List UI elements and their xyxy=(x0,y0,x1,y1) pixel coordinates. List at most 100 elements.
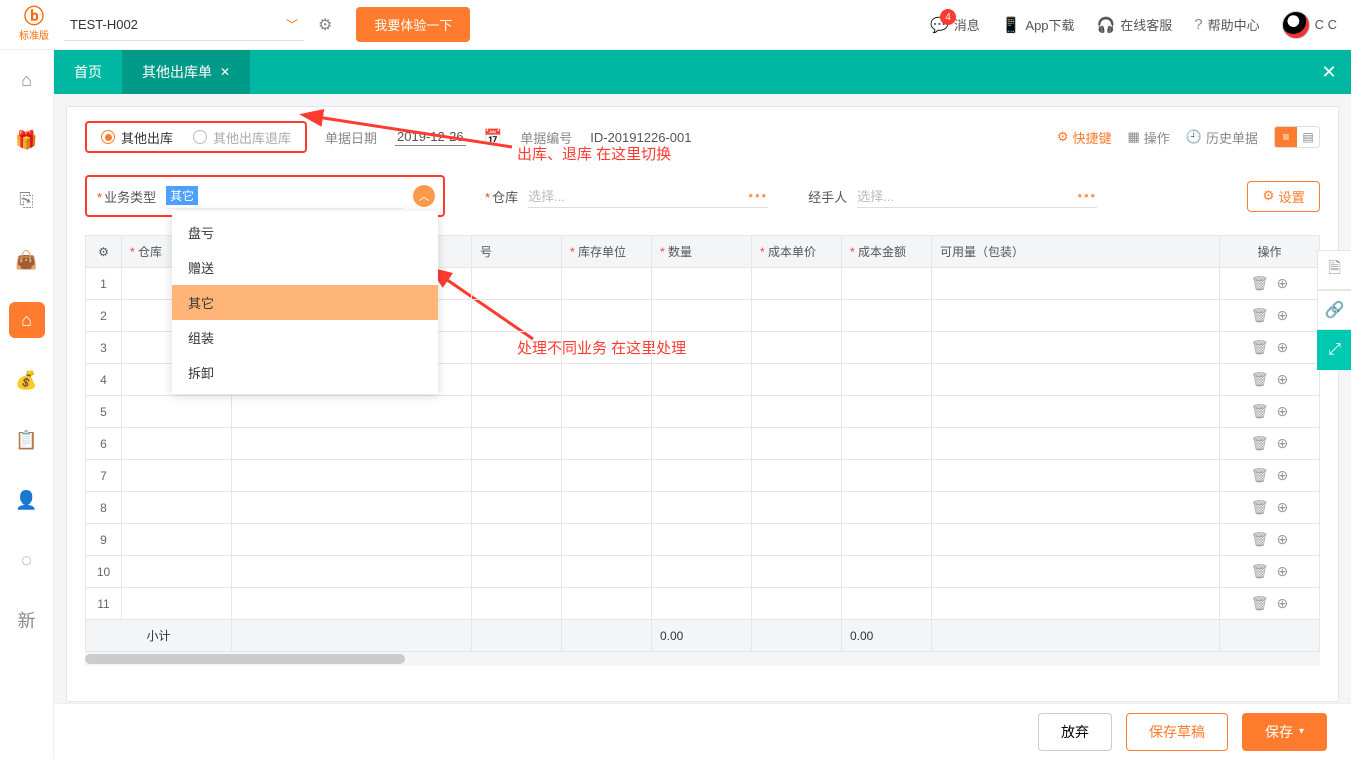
option-chaixie[interactable]: 拆卸 xyxy=(172,355,438,390)
tab-document[interactable]: 其他出库单 ✕ xyxy=(122,50,250,94)
messages-badge: 4 xyxy=(940,9,956,25)
headset-icon: 🎧 xyxy=(1097,16,1116,34)
nav-new-icon[interactable]: 新 xyxy=(9,602,45,638)
delete-icon[interactable]: 🗑 xyxy=(1251,531,1269,547)
biz-type-select[interactable]: 其它 xyxy=(166,183,403,209)
filter-row: *业务类型 其它 ︿ 盘亏 赠送 其它 组装 拆卸 *仓库 xyxy=(85,175,1320,217)
add-icon[interactable]: ⊕ xyxy=(1277,595,1289,611)
chevron-up-icon[interactable]: ︿ xyxy=(413,185,435,207)
side-note-icon[interactable]: 🗎 xyxy=(1317,250,1351,290)
close-icon[interactable]: ✕ xyxy=(220,65,230,79)
discard-button[interactable]: 放弃 xyxy=(1038,713,1112,751)
side-link-icon[interactable]: 🔗 xyxy=(1317,290,1351,330)
operate-link[interactable]: ▦操作 xyxy=(1127,128,1169,147)
footer-bar: 放弃 保存草稿 保存▾ xyxy=(54,703,1351,759)
handler-select[interactable]: 选择... ••• xyxy=(857,184,1097,208)
delete-icon[interactable]: 🗑 xyxy=(1251,371,1269,387)
nav-bag-icon[interactable]: 👜 xyxy=(9,242,45,278)
top-right-tools: 💬 消息 4 📱 App下载 🎧 在线客服 ? 帮助中心 C C xyxy=(930,11,1337,39)
save-draft-button[interactable]: 保存草稿 xyxy=(1126,713,1228,751)
table-row[interactable]: 11🗑⊕ xyxy=(86,588,1320,620)
table-row[interactable]: 10🗑⊕ xyxy=(86,556,1320,588)
row-ops: 🗑⊕ xyxy=(1220,364,1320,396)
table-row[interactable]: 6🗑⊕ xyxy=(86,428,1320,460)
delete-icon[interactable]: 🗑 xyxy=(1251,403,1269,419)
nav-inbox-icon[interactable]: ⎘ xyxy=(9,182,45,218)
settings-label: 设置 xyxy=(1278,187,1305,206)
nav-profile-icon[interactable]: 👤 xyxy=(9,482,45,518)
logo-label: 标准版 xyxy=(19,27,49,42)
history-link[interactable]: 🕘历史单据 xyxy=(1186,128,1258,147)
trial-button[interactable]: 我要体验一下 xyxy=(356,7,470,42)
delete-icon[interactable]: 🗑 xyxy=(1251,339,1269,355)
org-selector[interactable]: TEST-H002 ﹀ xyxy=(64,9,304,41)
app-download-link[interactable]: 📱 App下载 xyxy=(1002,15,1075,34)
nav-home-icon[interactable]: ⌂ xyxy=(9,62,45,98)
top-bar: ⓑ 标准版 TEST-H002 ﹀ ⚙ 我要体验一下 💬 消息 4 📱 App下… xyxy=(0,0,1351,50)
date-label: 单据日期 xyxy=(325,128,377,147)
nav-sync-icon[interactable]: ◌ xyxy=(9,542,45,578)
option-zuzhuang[interactable]: 组装 xyxy=(172,320,438,355)
add-icon[interactable]: ⊕ xyxy=(1277,499,1289,515)
add-icon[interactable]: ⊕ xyxy=(1277,403,1289,419)
delete-icon[interactable]: 🗑 xyxy=(1251,499,1269,515)
nav-gift-icon[interactable]: 🎁 xyxy=(9,122,45,158)
delete-icon[interactable]: 🗑 xyxy=(1251,435,1269,451)
settings-button[interactable]: ⚙设置 xyxy=(1247,181,1320,212)
add-icon[interactable]: ⊕ xyxy=(1277,563,1289,579)
add-icon[interactable]: ⊕ xyxy=(1277,339,1289,355)
table-row[interactable]: 8🗑⊕ xyxy=(86,492,1320,524)
messages-link[interactable]: 💬 消息 4 xyxy=(930,15,980,34)
app-download-label: App下载 xyxy=(1025,15,1074,34)
add-icon[interactable]: ⊕ xyxy=(1277,435,1289,451)
delete-icon[interactable]: 🗑 xyxy=(1251,307,1269,323)
delete-icon[interactable]: 🗑 xyxy=(1251,467,1269,483)
handler-placeholder: 选择... xyxy=(857,186,894,205)
side-expand-icon[interactable]: ⤢ xyxy=(1317,330,1351,370)
side-tool-strip: 🗎 🔗 ⤢ xyxy=(1317,250,1351,370)
add-icon[interactable]: ⊕ xyxy=(1277,467,1289,483)
biz-type-box: *业务类型 其它 ︿ 盘亏 赠送 其它 组装 拆卸 xyxy=(85,175,445,217)
add-icon[interactable]: ⊕ xyxy=(1277,531,1289,547)
row-index: 3 xyxy=(86,332,122,364)
radio-return[interactable]: 其他出库退库 xyxy=(193,128,291,147)
header-tools: ⚙快捷键 ▦操作 🕘历史单据 ≡ ▤ xyxy=(1057,126,1320,148)
view-list-icon[interactable]: ≡ xyxy=(1275,127,1297,147)
add-icon[interactable]: ⊕ xyxy=(1277,275,1289,291)
delete-icon[interactable]: 🗑 xyxy=(1251,563,1269,579)
tab-home[interactable]: 首页 xyxy=(54,50,122,94)
radio-out[interactable]: 其他出库 xyxy=(101,128,173,147)
row-index: 5 xyxy=(86,396,122,428)
support-link[interactable]: 🎧 在线客服 xyxy=(1097,15,1173,34)
gear-icon[interactable]: ⚙ xyxy=(318,15,332,35)
nav-clipboard-icon[interactable]: 📋 xyxy=(9,422,45,458)
row-index: 9 xyxy=(86,524,122,556)
table-row[interactable]: 7🗑⊕ xyxy=(86,460,1320,492)
date-field[interactable]: 2019-12-26 xyxy=(395,129,466,146)
tab-strip: 首页 其他出库单 ✕ ✕ xyxy=(54,50,1351,94)
delete-icon[interactable]: 🗑 xyxy=(1251,595,1269,611)
option-qita[interactable]: 其它 xyxy=(172,285,438,320)
nav-finance-icon[interactable]: 💰 xyxy=(9,362,45,398)
add-icon[interactable]: ⊕ xyxy=(1277,371,1289,387)
avatar xyxy=(1282,11,1310,39)
scroll-thumb[interactable] xyxy=(85,654,405,664)
help-link[interactable]: ? 帮助中心 xyxy=(1194,15,1259,34)
row-ops: 🗑⊕ xyxy=(1220,492,1320,524)
option-zengsong[interactable]: 赠送 xyxy=(172,250,438,285)
user-menu[interactable]: C C xyxy=(1282,11,1337,39)
delete-icon[interactable]: 🗑 xyxy=(1251,275,1269,291)
view-card-icon[interactable]: ▤ xyxy=(1297,127,1319,147)
gear-column-icon[interactable]: ⚙ xyxy=(86,236,122,268)
calendar-icon[interactable]: 📅 xyxy=(484,128,503,146)
add-icon[interactable]: ⊕ xyxy=(1277,307,1289,323)
nav-warehouse-icon[interactable]: ⌂ xyxy=(9,302,45,338)
horizontal-scrollbar[interactable] xyxy=(85,652,1320,666)
save-button[interactable]: 保存▾ xyxy=(1242,713,1327,751)
warehouse-select[interactable]: 选择... ••• xyxy=(528,184,768,208)
close-all-tabs[interactable]: ✕ xyxy=(1307,50,1351,94)
option-pankui[interactable]: 盘亏 xyxy=(172,215,438,250)
shortcut-link[interactable]: ⚙快捷键 xyxy=(1057,128,1112,147)
table-row[interactable]: 5 🗑 ⊕ xyxy=(86,396,1320,428)
table-row[interactable]: 9 🗑 ⊕ xyxy=(86,524,1320,556)
